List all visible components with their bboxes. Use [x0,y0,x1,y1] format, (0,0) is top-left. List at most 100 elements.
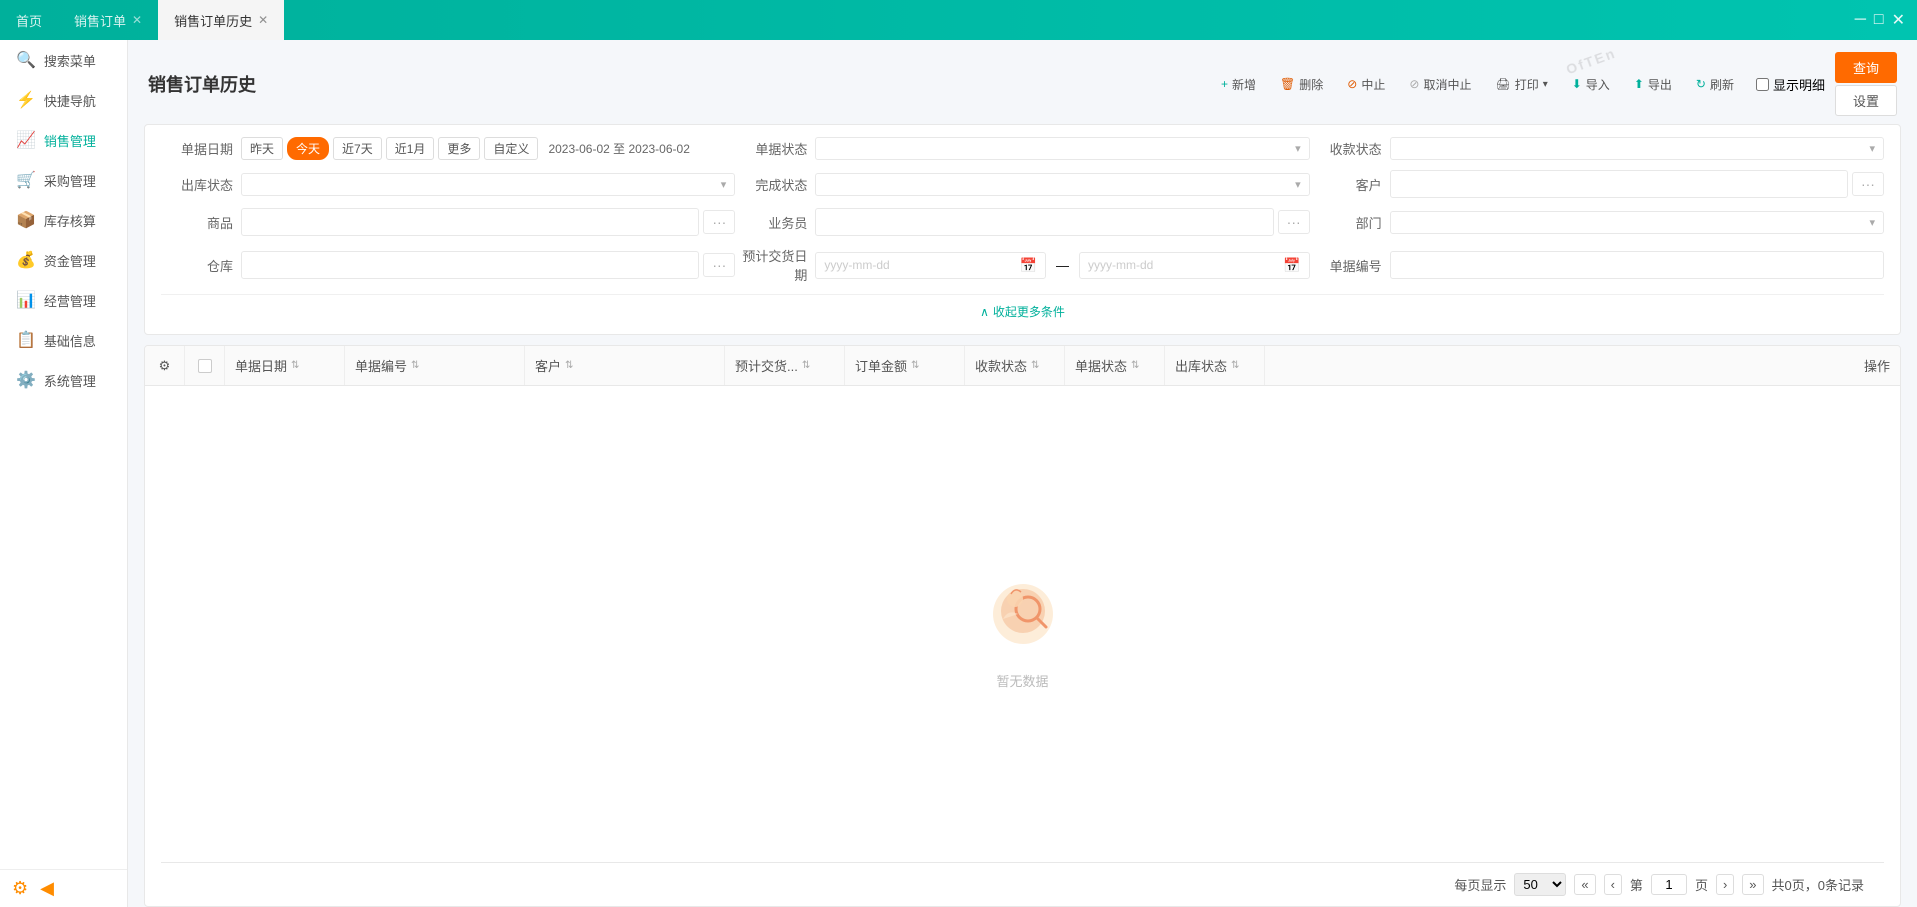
purchase-icon: 🛒 [16,170,36,190]
deliver-date-from[interactable]: yyyy-mm-dd 📅 [815,252,1046,279]
minimize-icon[interactable]: ─ [1855,11,1866,29]
page-number-input[interactable] [1651,874,1687,895]
th-deliver[interactable]: 预计交货... ⇅ [725,346,845,385]
sidebar-item-finance[interactable]: 💰 资金管理 [0,240,127,280]
th-out-status[interactable]: 出库状态 ⇅ [1165,346,1265,385]
filter-area: 单据日期 昨天 今天 近7天 近1月 更多 自定义 2023-06-02 至 2… [144,124,1901,335]
th-order-num[interactable]: 单据编号 ⇅ [345,346,525,385]
goods-ellipsis-btn[interactable]: ··· [703,210,735,234]
status-arrow-icon: ▾ [1295,142,1301,155]
salesman-control[interactable]: ··· [815,208,1309,236]
customer-ellipsis-btn[interactable]: ··· [1852,172,1884,196]
tab-sales-history[interactable]: 销售订单历史 ✕ [158,0,284,40]
warehouse-control[interactable]: ··· [241,251,735,279]
sort-customer-icon[interactable]: ⇅ [565,360,573,371]
show-detail-checkbox[interactable] [1756,78,1769,91]
sidebar-collapse-icon[interactable]: ◀ [40,878,54,899]
last-page-btn[interactable]: » [1742,874,1763,895]
tab-sales-history-close[interactable]: ✕ [258,13,268,27]
out-status-control[interactable]: ▾ [241,173,735,196]
goods-input[interactable] [241,208,699,236]
sidebar-item-quick-nav[interactable]: ⚡ 快捷导航 [0,80,127,120]
customer-control[interactable]: ··· [1390,170,1884,198]
warehouse-input[interactable] [241,251,699,279]
sort-receipt-icon[interactable]: ⇅ [1031,360,1039,371]
th-doc-status[interactable]: 单据状态 ⇅ [1065,346,1165,385]
date-btn-custom[interactable]: 自定义 [484,137,538,160]
import-button[interactable]: ⬇ 导入 [1562,71,1620,98]
order-num-input[interactable] [1390,251,1884,279]
new-button[interactable]: + 新增 [1211,71,1266,98]
print-arrow-icon: ▾ [1543,79,1548,90]
header-checkbox[interactable] [198,359,212,373]
th-checkbox[interactable] [185,346,225,385]
complete-control[interactable]: ▾ [815,173,1309,196]
next-page-btn[interactable]: › [1716,874,1734,895]
date-btn-1month[interactable]: 近1月 [386,137,435,160]
sort-deliver-icon[interactable]: ⇅ [802,360,810,371]
dept-select[interactable]: ▾ [1390,211,1884,234]
sidebar-item-search[interactable]: 🔍 搜索菜单 [0,40,127,80]
maximize-icon[interactable]: □ [1874,11,1884,29]
date-btn-more[interactable]: 更多 [438,137,480,160]
th-customer[interactable]: 客户 ⇅ [525,346,725,385]
goods-control[interactable]: ··· [241,208,735,236]
sidebar-item-inventory[interactable]: 📦 库存核算 [0,200,127,240]
dept-control[interactable]: ▾ [1390,211,1884,234]
collapse-bar[interactable]: ∧ 收起更多条件 [161,299,1884,322]
sort-status-icon[interactable]: ⇅ [1131,360,1139,371]
salesman-input[interactable] [815,208,1273,236]
page-title: 销售订单历史 [148,71,256,97]
per-page-select[interactable]: 50 10 20 100 [1514,873,1566,896]
status-control[interactable]: ▾ [815,137,1309,160]
sidebar-item-purchase[interactable]: 🛒 采购管理 [0,160,127,200]
tab-sales-order[interactable]: 销售订单 ✕ [58,0,158,40]
complete-label: 完成状态 [735,175,815,194]
sidebar-item-operations[interactable]: 📊 经营管理 [0,280,127,320]
sort-num-icon[interactable]: ⇅ [411,360,419,371]
out-status-select[interactable]: ▾ [241,173,735,196]
tab-sales-order-close[interactable]: ✕ [132,13,142,27]
settings-gear-icon[interactable]: ⚙ [159,358,171,374]
date-btn-today[interactable]: 今天 [287,137,329,160]
calendar-to-icon[interactable]: 📅 [1283,257,1300,274]
warehouse-ellipsis-btn[interactable]: ··· [703,253,735,277]
sort-out-icon[interactable]: ⇅ [1231,360,1239,371]
export-button[interactable]: ⬆ 导出 [1624,71,1682,98]
cancel-stop-button[interactable]: ⊘ 取消中止 [1399,71,1481,98]
deliver-date-to[interactable]: yyyy-mm-dd 📅 [1079,252,1310,279]
receipt-status-select[interactable]: ▾ [1390,137,1884,160]
calendar-from-icon[interactable]: 📅 [1020,257,1037,274]
salesman-ellipsis-btn[interactable]: ··· [1278,210,1310,234]
complete-select[interactable]: ▾ [815,173,1309,196]
page-label-after: 页 [1695,875,1708,894]
th-date[interactable]: 单据日期 ⇅ [225,346,345,385]
close-icon[interactable]: ✕ [1892,10,1905,30]
sort-amount-icon[interactable]: ⇅ [911,360,919,371]
receipt-status-control[interactable]: ▾ [1390,137,1884,160]
th-receipt-label: 收款状态 [975,356,1027,375]
tab-home[interactable]: 首页 [0,0,58,40]
first-page-btn[interactable]: « [1574,874,1595,895]
sidebar-item-basic[interactable]: 📋 基础信息 [0,320,127,360]
settings-button[interactable]: 设置 [1835,85,1897,116]
stop-button[interactable]: ⊘ 中止 [1337,71,1395,98]
date-btn-yesterday[interactable]: 昨天 [241,137,283,160]
delete-button[interactable]: 🗑 删除 [1270,71,1333,98]
sidebar-settings-icon[interactable]: ⚙ [12,878,28,899]
prev-page-btn[interactable]: ‹ [1604,874,1622,895]
sort-date-icon[interactable]: ⇅ [291,360,299,371]
order-num-control[interactable] [1390,251,1884,279]
th-amount[interactable]: 订单金额 ⇅ [845,346,965,385]
print-button[interactable]: 🖨 打印 ▾ [1485,71,1557,98]
status-select[interactable]: ▾ [815,137,1309,160]
sidebar-item-sales[interactable]: 📈 销售管理 [0,120,127,160]
refresh-button[interactable]: ↻ 刷新 [1686,71,1744,98]
customer-input[interactable] [1390,170,1848,198]
th-receipt-status[interactable]: 收款状态 ⇅ [965,346,1065,385]
table-body: 暂无数据 [145,386,1900,862]
th-settings[interactable]: ⚙ [145,346,185,385]
query-button[interactable]: 查询 [1835,52,1897,83]
sidebar-item-system[interactable]: ⚙️ 系统管理 [0,360,127,400]
date-btn-7days[interactable]: 近7天 [333,137,382,160]
